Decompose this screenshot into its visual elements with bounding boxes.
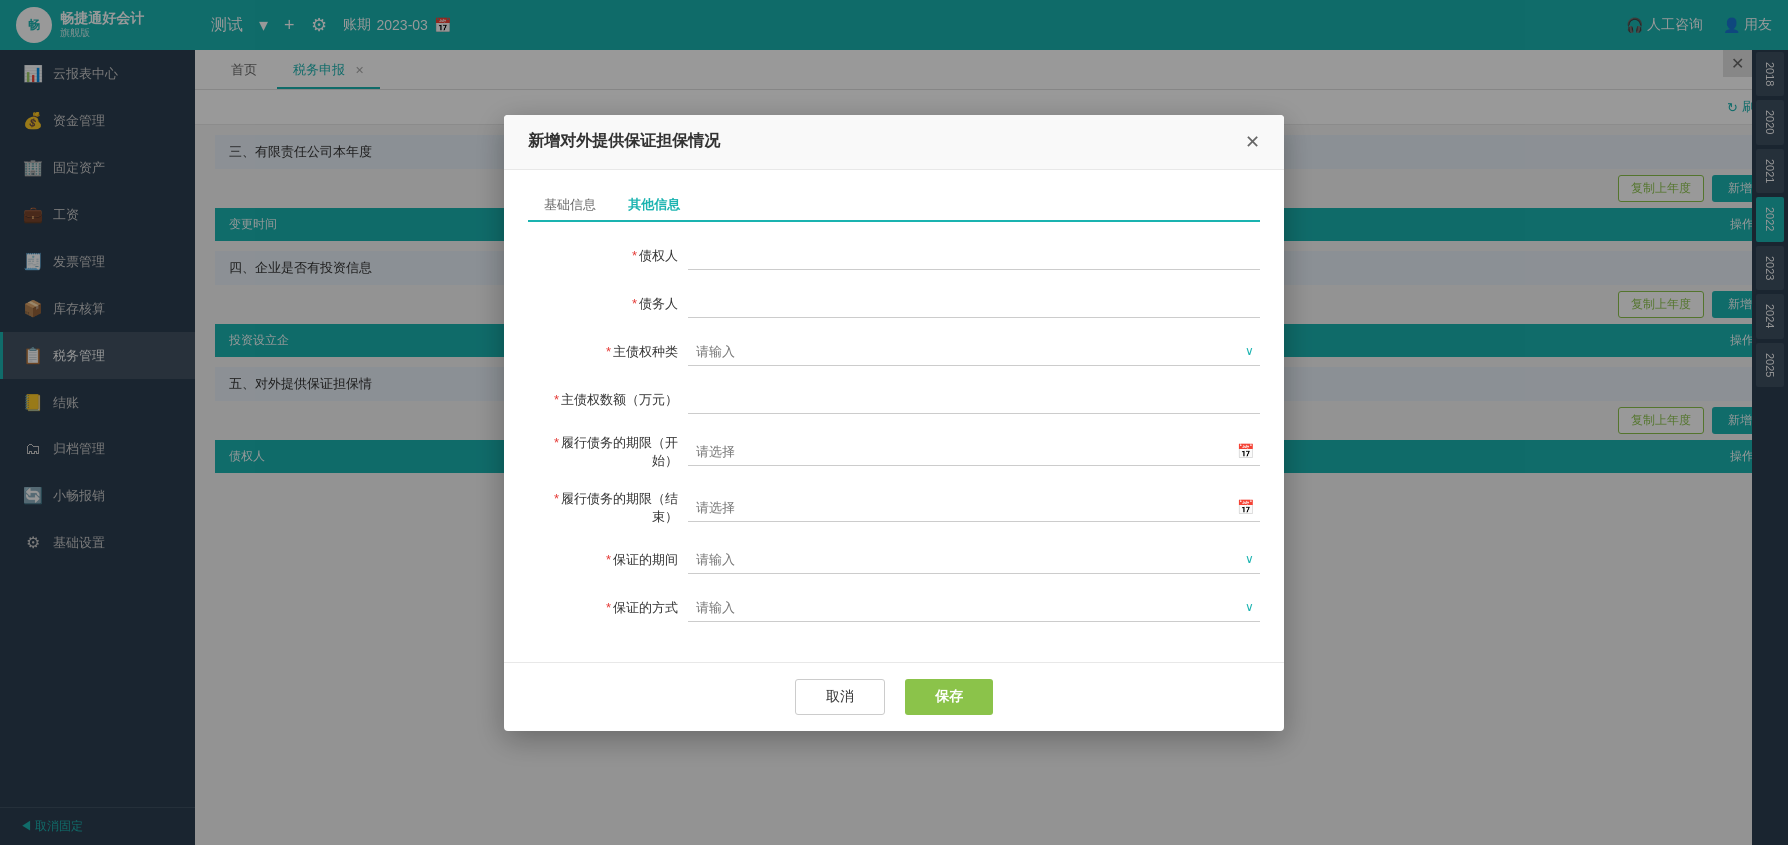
- form-row-period-end: *履行债务的期限（结束） 📅: [528, 490, 1260, 526]
- claim-type-select-wrapper: ∨: [688, 338, 1260, 366]
- guarantee-method-select-wrapper: ∨: [688, 594, 1260, 622]
- period-end-label: *履行债务的期限（结束）: [528, 490, 688, 526]
- period-start-input[interactable]: [688, 438, 1260, 465]
- guarantee-period-label: *保证的期间: [528, 551, 688, 569]
- dialog-tab-basic[interactable]: 基础信息: [528, 190, 612, 222]
- creditor-label: *债权人: [528, 247, 688, 265]
- dialog-footer: 取消 保存: [504, 662, 1284, 731]
- form-row-guarantee-period: *保证的期间 ∨: [528, 546, 1260, 574]
- form-row-debtor: *债务人: [528, 290, 1260, 318]
- claim-amount-label: *主债权数额（万元）: [528, 391, 688, 409]
- guarantee-method-label: *保证的方式: [528, 599, 688, 617]
- form-row-claim-type: *主债权种类 ∨: [528, 338, 1260, 366]
- calendar-start-icon[interactable]: 📅: [1237, 443, 1254, 459]
- dialog-sub-tabs: 基础信息 其他信息: [528, 190, 1260, 222]
- guarantee-period-select-wrapper: ∨: [688, 546, 1260, 574]
- chevron-down-icon: ∨: [1245, 344, 1254, 358]
- dialog: 新增对外提供保证担保情况 ✕ 基础信息 其他信息 *债权人: [504, 115, 1284, 731]
- save-button[interactable]: 保存: [905, 679, 993, 715]
- claim-type-select[interactable]: [688, 338, 1260, 365]
- claim-amount-input[interactable]: [688, 386, 1260, 414]
- chevron-down-guarantee-method-icon: ∨: [1245, 600, 1254, 614]
- calendar-end-icon[interactable]: 📅: [1237, 499, 1254, 515]
- cancel-button[interactable]: 取消: [795, 679, 885, 715]
- chevron-down-guarantee-period-icon: ∨: [1245, 552, 1254, 566]
- dialog-close-button[interactable]: ✕: [1245, 131, 1260, 153]
- dialog-title: 新增对外提供保证担保情况: [528, 131, 720, 152]
- form-row-creditor: *债权人: [528, 242, 1260, 270]
- dialog-body: 基础信息 其他信息 *债权人 *债务人: [504, 170, 1284, 662]
- period-start-label: *履行债务的期限（开始）: [528, 434, 688, 470]
- debtor-input[interactable]: [688, 290, 1260, 318]
- debtor-label: *债务人: [528, 295, 688, 313]
- claim-type-label: *主债权种类: [528, 343, 688, 361]
- dialog-header: 新增对外提供保证担保情况 ✕: [504, 115, 1284, 170]
- form-row-period-start: *履行债务的期限（开始） 📅: [528, 434, 1260, 470]
- period-end-wrapper: 📅: [688, 494, 1260, 522]
- form-row-guarantee-method: *保证的方式 ∨: [528, 594, 1260, 622]
- period-end-input[interactable]: [688, 494, 1260, 521]
- period-start-wrapper: 📅: [688, 438, 1260, 466]
- dialog-tab-other[interactable]: 其他信息: [612, 190, 696, 222]
- form-row-claim-amount: *主债权数额（万元）: [528, 386, 1260, 414]
- guarantee-period-select[interactable]: [688, 546, 1260, 573]
- guarantee-method-select[interactable]: [688, 594, 1260, 621]
- creditor-input[interactable]: [688, 242, 1260, 270]
- dialog-overlay: 新增对外提供保证担保情况 ✕ 基础信息 其他信息 *债权人: [0, 0, 1788, 845]
